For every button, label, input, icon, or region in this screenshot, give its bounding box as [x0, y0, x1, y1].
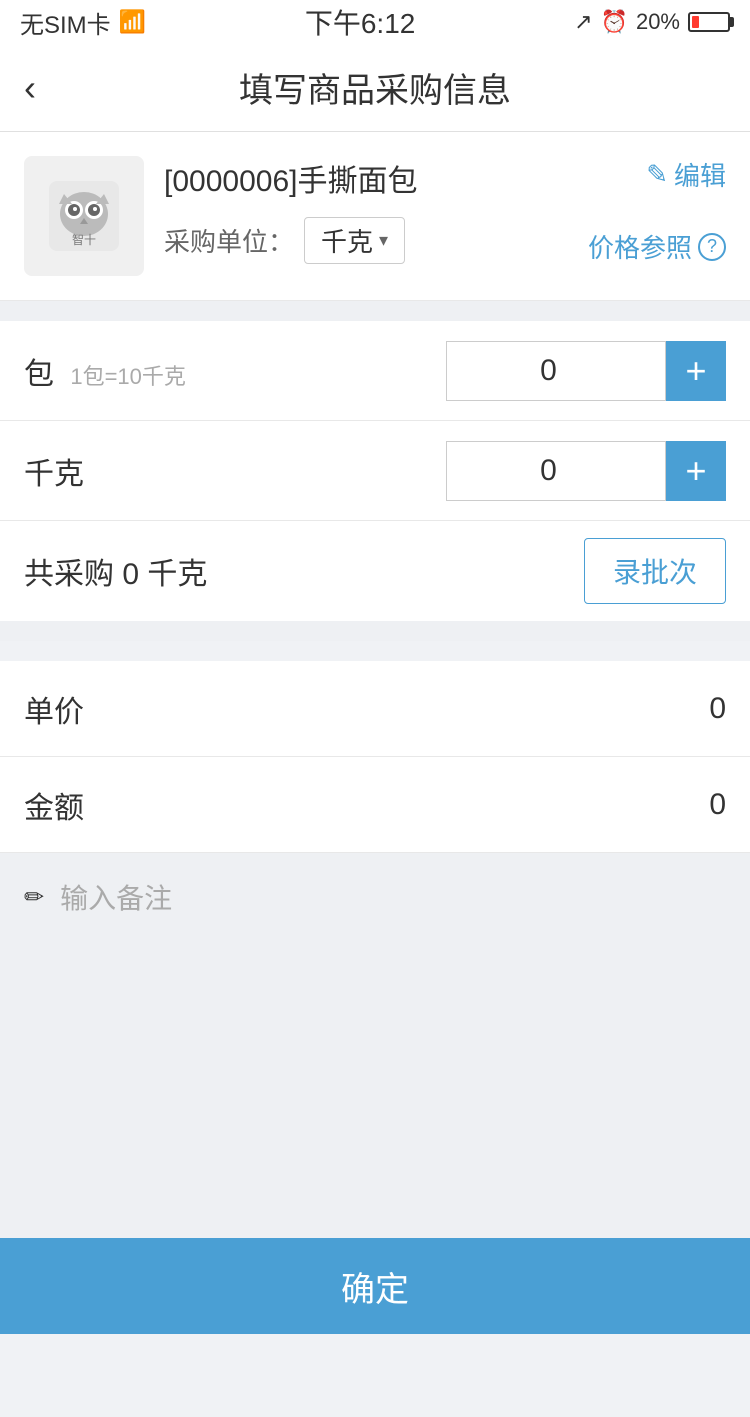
back-button[interactable]: ‹: [24, 67, 36, 109]
unit-price-value: 0: [709, 692, 726, 726]
bag-label: 包 1包=10千克: [24, 349, 446, 393]
product-card: 智十 [0000006]手撕面包 ✎ 编辑 采购单位： 千克 ▾: [0, 132, 750, 301]
nav-bar: ‹ 填写商品采购信息: [0, 44, 750, 132]
total-unit: 千克: [147, 558, 207, 591]
info-section: 单价 0 金额 0: [0, 661, 750, 853]
kg-input-control: +: [446, 441, 726, 501]
bag-quantity-input[interactable]: [446, 341, 666, 401]
amount-value: 0: [709, 788, 726, 822]
product-name: [0000006]手撕面包: [164, 156, 417, 200]
bag-input-control: +: [446, 341, 726, 401]
kg-quantity-input[interactable]: [446, 441, 666, 501]
edit-icon: ✎: [646, 159, 668, 190]
wifi-icon: 📶: [119, 9, 146, 35]
edit-button[interactable]: ✎ 编辑: [646, 156, 726, 193]
unit-price-row: 单价 0: [0, 661, 750, 757]
status-left: 无SIM卡 📶: [20, 5, 146, 40]
total-row: 共采购 0 千克 录批次: [0, 521, 750, 621]
edit-label: 编辑: [674, 156, 726, 193]
product-logo: 智十: [44, 176, 124, 256]
notes-placeholder: 输入备注: [60, 877, 172, 917]
bag-sub-label: 1包=10千克: [70, 364, 186, 389]
input-section: 包 1包=10千克 + 千克 + 共采购 0 千克 录批次: [0, 321, 750, 621]
kg-label: 千克: [24, 449, 446, 493]
unit-value: 千克: [321, 222, 373, 259]
divider-2: [0, 621, 750, 641]
amount-label: 金额: [24, 783, 84, 827]
bag-plus-button[interactable]: +: [666, 341, 726, 401]
location-icon: ↗: [574, 9, 592, 35]
carrier-text: 无SIM卡: [20, 5, 111, 40]
battery-fill: [692, 16, 699, 28]
status-bar: 无SIM卡 📶 下午6:12 ↗ ⏰ 20%: [0, 0, 750, 44]
product-info: [0000006]手撕面包 ✎ 编辑 采购单位： 千克 ▾ 价格参照 ?: [164, 156, 726, 265]
battery-icon: [688, 12, 730, 32]
total-label: 共采购: [24, 558, 114, 591]
kg-input-row: 千克 +: [0, 421, 750, 521]
status-time: 下午6:12: [305, 2, 416, 42]
info-icon: ?: [698, 233, 726, 261]
battery-percent: 20%: [636, 9, 680, 35]
unit-select[interactable]: 千克 ▾: [304, 217, 405, 264]
batch-button[interactable]: 录批次: [584, 538, 726, 604]
amount-row: 金额 0: [0, 757, 750, 853]
chevron-down-icon: ▾: [379, 230, 388, 251]
divider-1: [0, 301, 750, 321]
kg-plus-button[interactable]: +: [666, 441, 726, 501]
total-text: 共采购 0 千克: [24, 549, 207, 593]
page-title: 填写商品采购信息: [239, 63, 511, 112]
notes-section[interactable]: ✏ 输入备注: [0, 853, 750, 941]
confirm-button[interactable]: 确定: [0, 1238, 750, 1334]
status-right: ↗ ⏰ 20%: [574, 9, 730, 35]
purchase-unit: 采购单位： 千克 ▾: [164, 217, 405, 264]
total-amount: 0: [122, 558, 139, 591]
unit-price-label: 单价: [24, 687, 84, 731]
product-meta: 采购单位： 千克 ▾ 价格参照 ?: [164, 216, 726, 265]
price-ref-label: 价格参照: [588, 228, 692, 265]
pencil-icon: ✏: [24, 883, 44, 912]
bag-input-row: 包 1包=10千克 +: [0, 321, 750, 421]
svg-text:智十: 智十: [72, 232, 96, 247]
alarm-icon: ⏰: [601, 9, 628, 35]
purchase-unit-label: 采购单位：: [164, 222, 294, 259]
price-ref-button[interactable]: 价格参照 ?: [588, 228, 726, 265]
product-image: 智十: [24, 156, 144, 276]
